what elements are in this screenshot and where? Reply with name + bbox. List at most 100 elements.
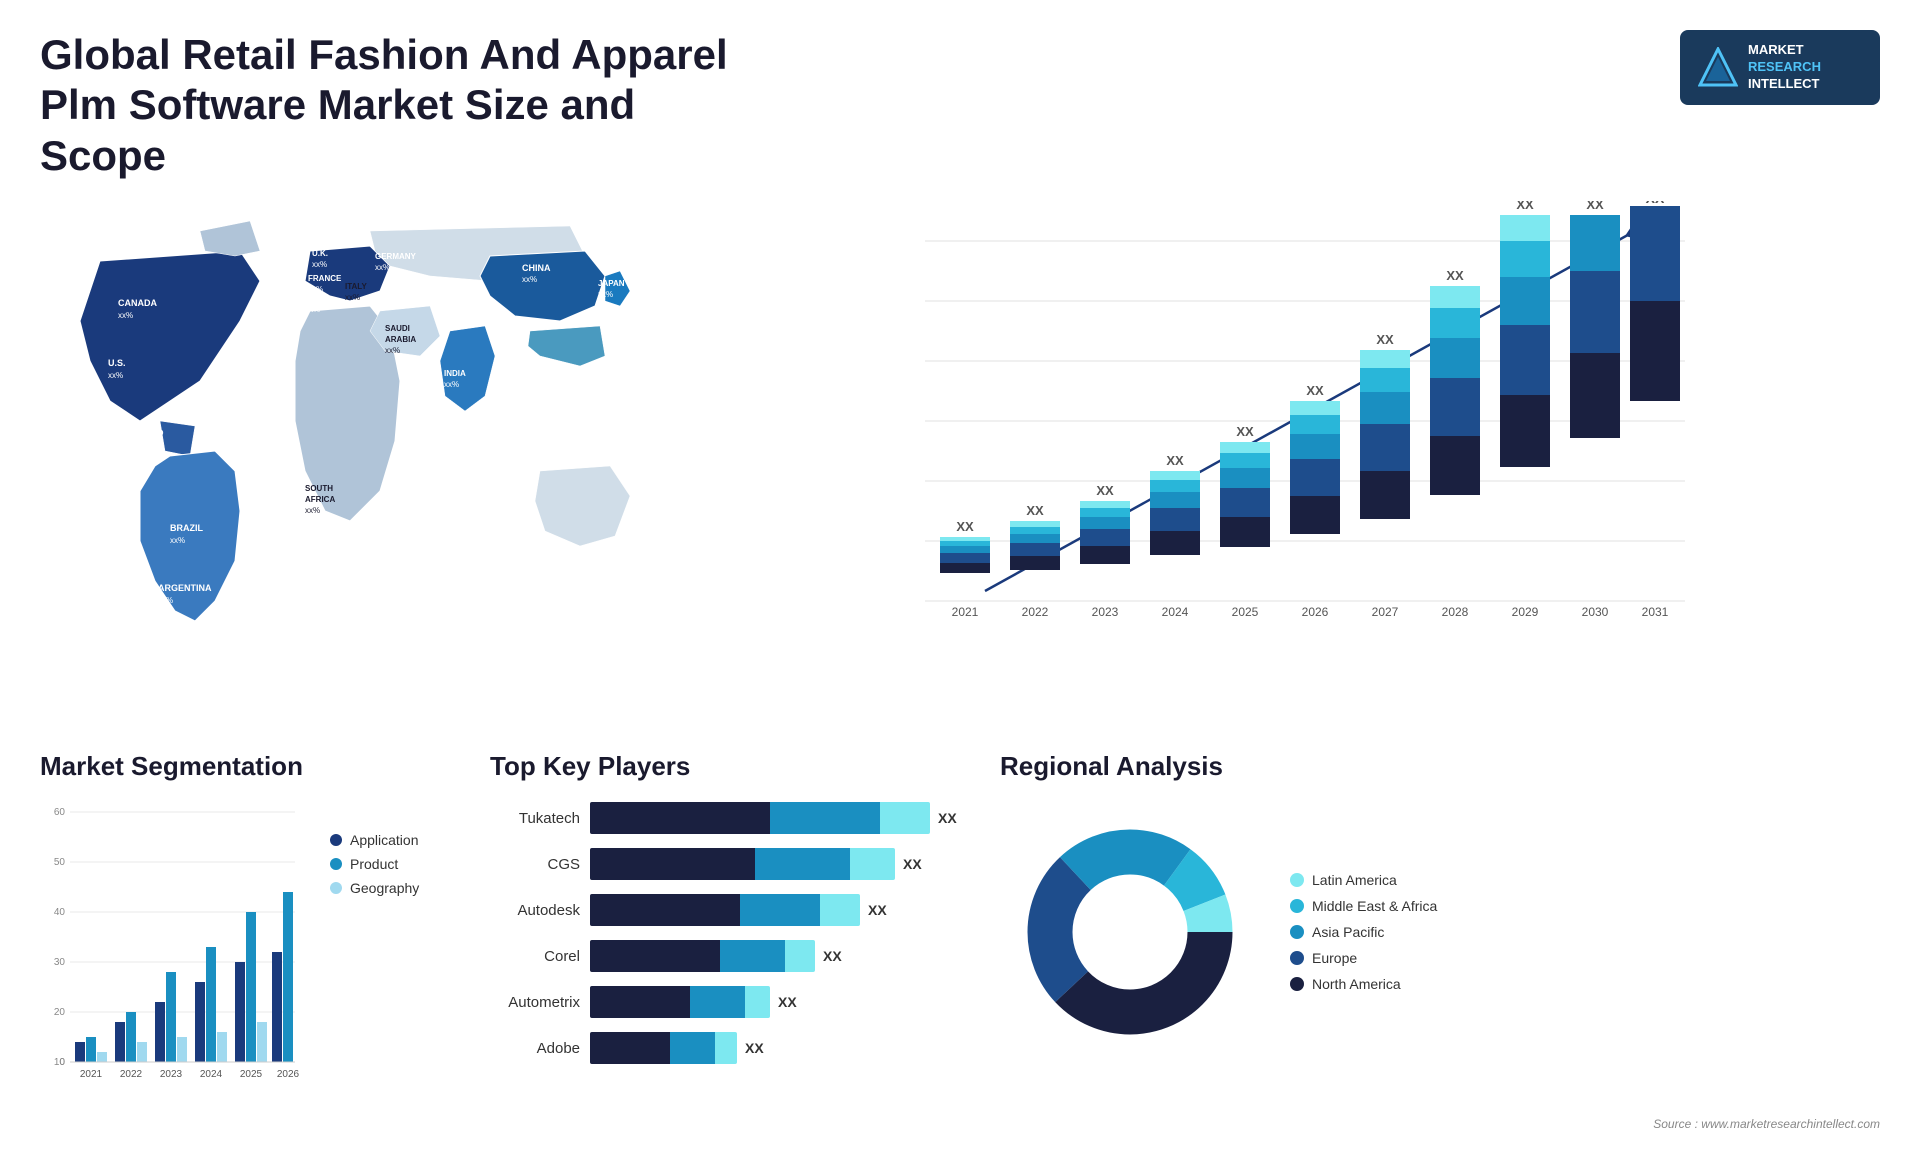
italy-label: ITALY xyxy=(345,282,367,291)
bar-dark-tukatech xyxy=(590,802,770,834)
svg-text:2024: 2024 xyxy=(200,1069,223,1080)
product-label: Product xyxy=(350,856,398,872)
bar-2021-me xyxy=(940,541,990,546)
legend-label-middle-east: Middle East & Africa xyxy=(1312,898,1437,914)
players-list: Tukatech XX CGS XX Autodesk xyxy=(490,802,970,1064)
legend-asia-pacific: Asia Pacific xyxy=(1290,924,1437,940)
seg-chart-svg: 60 50 40 30 20 10 2021 2022 xyxy=(40,802,300,1112)
player-bar-adobe: XX xyxy=(590,1032,970,1064)
bar-dark-adobe xyxy=(590,1032,670,1064)
regional-legend: Latin America Middle East & Africa Asia … xyxy=(1290,872,1437,992)
donut-chart-svg xyxy=(1000,802,1260,1062)
bottom-area: Market Segmentation 60 50 40 30 20 xyxy=(0,721,1920,1171)
svg-text:xx%: xx% xyxy=(345,293,360,302)
seg-legend-application: Application xyxy=(330,832,460,848)
legend-middle-east: Middle East & Africa xyxy=(1290,898,1437,914)
bar-mid-autometrix xyxy=(690,986,745,1018)
svg-text:AFRICA: AFRICA xyxy=(305,495,335,504)
svg-text:xx%: xx% xyxy=(305,305,320,314)
player-row-tukatech: Tukatech XX xyxy=(490,802,970,834)
player-xx-autodesk: XX xyxy=(868,902,887,918)
player-row-autodesk: Autodesk XX xyxy=(490,894,970,926)
svg-text:XX: XX xyxy=(1096,483,1114,498)
legend-label-asia-pacific: Asia Pacific xyxy=(1312,924,1384,940)
seg-legend-product: Product xyxy=(330,856,460,872)
bar-mid-autodesk xyxy=(740,894,820,926)
bar-dark-cgs xyxy=(590,848,755,880)
geography-dot xyxy=(330,882,342,894)
svg-text:xx%: xx% xyxy=(444,380,459,389)
svg-text:ARABIA: ARABIA xyxy=(385,335,416,344)
germany-label: GERMANY xyxy=(375,252,417,261)
svg-text:XX: XX xyxy=(1236,424,1254,439)
page-title: Global Retail Fashion And Apparel Plm So… xyxy=(40,30,740,181)
legend-dot-asia-pacific xyxy=(1290,925,1304,939)
logo-line1: MARKET xyxy=(1748,42,1821,59)
svg-text:20: 20 xyxy=(54,1007,66,1018)
svg-text:xx%: xx% xyxy=(312,260,327,269)
china-label: CHINA xyxy=(522,263,551,273)
south-america-region xyxy=(140,451,240,621)
bar-dark-autometrix xyxy=(590,986,690,1018)
legend-latin-america: Latin America xyxy=(1290,872,1437,888)
bar-light-tukatech xyxy=(880,802,930,834)
player-row-adobe: Adobe XX xyxy=(490,1032,970,1064)
map-container: CANADA xx% U.S. xx% MEXICO xx% BRAZIL xx… xyxy=(40,201,660,681)
logo-line3: INTELLECT xyxy=(1748,76,1821,93)
seg-legend-area: Application Product Geography xyxy=(330,802,460,896)
bar-2021-eu xyxy=(940,553,990,563)
uk-label: U.K. xyxy=(312,249,328,258)
bar-2021-la xyxy=(940,537,990,541)
player-name-adobe: Adobe xyxy=(490,1040,580,1057)
growth-chart-section: 2021 XX 2022 XX 2023 XX xyxy=(690,201,1880,721)
svg-text:2028: 2028 xyxy=(1442,605,1469,619)
japan-region xyxy=(605,271,630,306)
svg-text:xx%: xx% xyxy=(598,290,613,299)
svg-text:2024: 2024 xyxy=(1162,605,1189,619)
svg-text:2021: 2021 xyxy=(80,1069,103,1080)
svg-text:XX: XX xyxy=(1586,201,1604,212)
svg-text:2021: 2021 xyxy=(952,605,979,619)
north-america-region xyxy=(80,251,260,421)
content-area: CANADA xx% U.S. xx% MEXICO xx% BRAZIL xx… xyxy=(0,201,1920,721)
title-block: Global Retail Fashion And Apparel Plm So… xyxy=(40,30,740,181)
segmentation-title: Market Segmentation xyxy=(40,751,460,782)
player-name-autometrix: Autometrix xyxy=(490,994,580,1011)
svg-text:xx%: xx% xyxy=(305,506,320,515)
player-xx-tukatech: XX xyxy=(938,810,957,826)
player-bar-autodesk: XX xyxy=(590,894,970,926)
map-section: CANADA xx% U.S. xx% MEXICO xx% BRAZIL xx… xyxy=(40,201,660,721)
argentina-label: ARGENTINA xyxy=(158,583,212,593)
svg-text:xx%: xx% xyxy=(170,536,185,545)
svg-text:2022: 2022 xyxy=(120,1069,143,1080)
mexico-label: MEXICO xyxy=(128,428,164,438)
logo-line2: RESEARCH xyxy=(1748,59,1821,74)
logo-icon xyxy=(1698,47,1738,87)
donut-container: Latin America Middle East & Africa Asia … xyxy=(1000,802,1880,1062)
svg-text:2023: 2023 xyxy=(1092,605,1119,619)
svg-text:60: 60 xyxy=(54,807,66,818)
legend-dot-latin-america xyxy=(1290,873,1304,887)
bar-mid-tukatech xyxy=(770,802,880,834)
china-region xyxy=(480,251,605,321)
seg-chart-area: 60 50 40 30 20 10 2021 2022 xyxy=(40,802,310,1117)
key-players-section: Top Key Players Tukatech XX CGS XX xyxy=(490,751,970,1151)
bar-light-autometrix xyxy=(745,986,770,1018)
france-label: FRANCE xyxy=(308,274,342,283)
player-bar-autometrix: XX xyxy=(590,986,970,1018)
india-label: INDIA xyxy=(444,369,466,378)
player-bar-tukatech: XX xyxy=(590,802,970,834)
spain-label: SPAIN xyxy=(305,294,329,303)
svg-text:XX: XX xyxy=(1646,201,1665,206)
logo-text: MARKET RESEARCH INTELLECT xyxy=(1748,42,1821,93)
player-xx-autometrix: XX xyxy=(778,994,797,1010)
application-dot xyxy=(330,834,342,846)
legend-label-north-america: North America xyxy=(1312,976,1401,992)
regional-section: Regional Analysis xyxy=(1000,751,1880,1151)
svg-text:2023: 2023 xyxy=(160,1069,183,1080)
svg-text:2026: 2026 xyxy=(277,1069,300,1080)
svg-text:xx%: xx% xyxy=(128,441,143,450)
player-row-autometrix: Autometrix XX xyxy=(490,986,970,1018)
legend-label-latin-america: Latin America xyxy=(1312,872,1397,888)
legend-north-america: North America xyxy=(1290,976,1437,992)
